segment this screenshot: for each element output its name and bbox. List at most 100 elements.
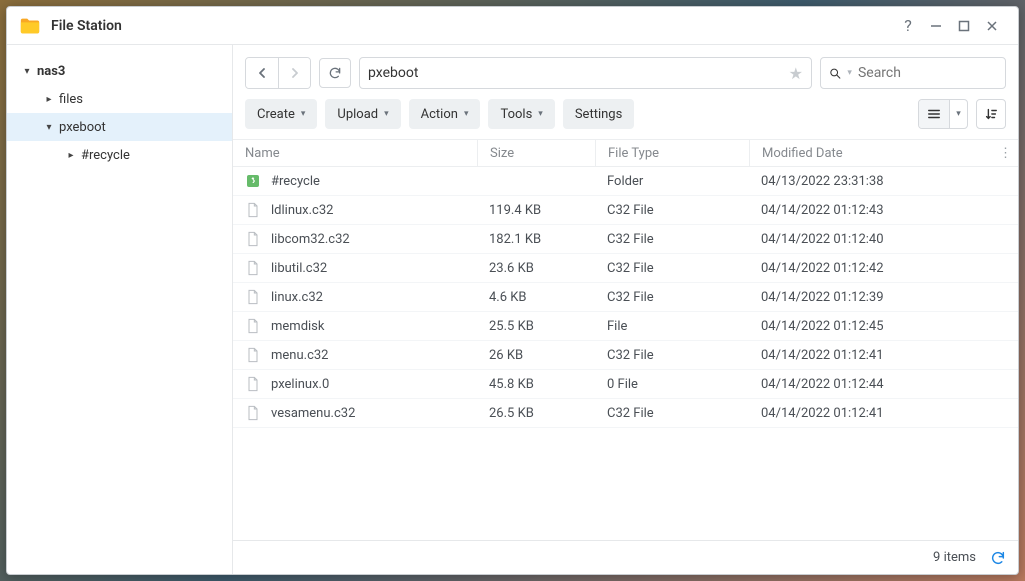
column-name[interactable]: Name <box>233 140 477 166</box>
table-row[interactable]: vesamenu.c32 26.5 KBC32 File04/14/2022 01… <box>233 399 1018 428</box>
sort-button[interactable] <box>976 99 1006 129</box>
table-row[interactable]: libutil.c32 23.6 KBC32 File04/14/2022 01:… <box>233 254 1018 283</box>
search-dropdown-caret[interactable]: ▾ <box>847 68 852 78</box>
tree-root[interactable]: ▾ nas3 <box>7 57 232 85</box>
tree-item-label: files <box>59 92 83 107</box>
status-refresh-button[interactable] <box>990 550 1006 566</box>
forward-button[interactable] <box>278 58 310 88</box>
list-view-icon <box>919 100 949 128</box>
file-size: 119.4 KB <box>477 196 595 224</box>
file-modified: 04/14/2022 01:12:39 <box>749 283 1018 311</box>
table-row[interactable]: menu.c3226 KBC32 File04/14/2022 01:12:41 <box>233 341 1018 370</box>
file-icon <box>245 289 261 305</box>
refresh-button[interactable] <box>319 58 351 88</box>
maximize-button[interactable] <box>950 12 978 40</box>
file-type: C32 File <box>595 196 749 224</box>
file-type: C32 File <box>595 225 749 253</box>
column-type[interactable]: File Type <box>595 140 749 166</box>
file-icon <box>245 202 261 218</box>
help-button[interactable]: ? <box>894 12 922 40</box>
chevron-down-icon[interactable]: ▾ <box>21 66 33 77</box>
file-type: File <box>595 312 749 340</box>
table-row[interactable]: linux.c32 4.6 KBC32 File04/14/2022 01:12:… <box>233 283 1018 312</box>
action-button[interactable]: Action▾ <box>409 99 481 129</box>
file-name: libcom32.c32 <box>271 232 350 247</box>
chevron-right-icon[interactable]: ▸ <box>43 94 55 105</box>
app-title: File Station <box>51 18 894 34</box>
file-name: #recycle <box>271 174 320 189</box>
file-size <box>477 167 595 195</box>
file-size: 45.8 KB <box>477 370 595 398</box>
search-input[interactable] <box>858 65 997 81</box>
file-size: 4.6 KB <box>477 283 595 311</box>
tree-item[interactable]: ▸ #recycle <box>7 141 232 169</box>
table-row[interactable]: libcom32.c32 182.1 KBC32 File04/14/2022 0… <box>233 225 1018 254</box>
file-icon <box>245 318 261 334</box>
file-size: 23.6 KB <box>477 254 595 282</box>
upload-button[interactable]: Upload▾ <box>325 99 400 129</box>
action-toolbar: Create▾ Upload▾ Action▾ Tools▾ Settings … <box>233 89 1018 139</box>
file-modified: 04/14/2022 01:12:42 <box>749 254 1018 282</box>
file-icon <box>245 376 261 392</box>
file-size: 182.1 KB <box>477 225 595 253</box>
file-modified: 04/14/2022 01:12:40 <box>749 225 1018 253</box>
main-pane: pxeboot ★ ▾ Create▾ Upload▾ Action▾ Tool… <box>233 45 1018 574</box>
file-modified: 04/14/2022 01:12:41 <box>749 399 1018 427</box>
column-size[interactable]: Size <box>477 140 595 166</box>
file-name: vesamenu.c32 <box>271 406 355 421</box>
tree-item[interactable]: ▸ files <box>7 85 232 113</box>
file-name: memdisk <box>271 319 325 334</box>
file-type: Folder <box>595 167 749 195</box>
path-bar[interactable]: pxeboot ★ <box>359 57 812 89</box>
file-type: C32 File <box>595 254 749 282</box>
file-name: menu.c32 <box>271 348 328 363</box>
file-icon <box>245 347 261 363</box>
file-type: 0 File <box>595 370 749 398</box>
file-modified: 04/13/2022 23:31:38 <box>749 167 1018 195</box>
file-modified: 04/14/2022 01:12:41 <box>749 341 1018 369</box>
tools-button[interactable]: Tools▾ <box>488 99 554 129</box>
table-row[interactable]: memdisk 25.5 KBFile04/14/2022 01:12:45 <box>233 312 1018 341</box>
search-bar: ▾ <box>820 57 1006 89</box>
current-path: pxeboot <box>368 65 418 81</box>
recycle-folder-icon <box>245 173 261 189</box>
tree-item[interactable]: ▾pxeboot <box>7 113 232 141</box>
back-button[interactable] <box>246 58 278 88</box>
table-row[interactable]: pxelinux.0 45.8 KB0 File04/14/2022 01:12:… <box>233 370 1018 399</box>
create-button[interactable]: Create▾ <box>245 99 317 129</box>
file-size: 25.5 KB <box>477 312 595 340</box>
navigation-toolbar: pxeboot ★ ▾ <box>233 45 1018 89</box>
file-modified: 04/14/2022 01:12:44 <box>749 370 1018 398</box>
tree-item-label: #recycle <box>81 148 130 163</box>
view-mode-button[interactable]: ▾ <box>918 99 968 129</box>
file-name: pxelinux.0 <box>271 377 329 392</box>
file-modified: 04/14/2022 01:12:45 <box>749 312 1018 340</box>
table-row[interactable]: ldlinux.c32119.4 KBC32 File04/14/2022 01… <box>233 196 1018 225</box>
search-icon <box>829 66 841 81</box>
chevron-down-icon[interactable]: ▾ <box>43 122 55 133</box>
file-icon <box>245 231 261 247</box>
file-type: C32 File <box>595 283 749 311</box>
status-bar: 9 items <box>233 540 1018 574</box>
file-name: linux.c32 <box>271 290 323 305</box>
app-icon <box>19 15 41 37</box>
column-menu-icon[interactable]: ⋮ <box>999 146 1012 161</box>
column-modified[interactable]: Modified Date <box>749 140 1018 166</box>
settings-button[interactable]: Settings <box>563 99 634 129</box>
close-button[interactable] <box>978 12 1006 40</box>
file-icon <box>245 260 261 276</box>
file-size: 26 KB <box>477 341 595 369</box>
table-row[interactable]: #recycle Folder04/13/2022 23:31:38 <box>233 167 1018 196</box>
titlebar: File Station ? <box>7 7 1018 45</box>
sidebar-tree: ▾ nas3 ▸ files ▾pxeboot ▸ #recycle <box>7 45 233 574</box>
view-mode-caret[interactable]: ▾ <box>949 100 967 128</box>
file-type: C32 File <box>595 399 749 427</box>
minimize-button[interactable] <box>922 12 950 40</box>
chevron-right-icon[interactable]: ▸ <box>65 150 77 161</box>
favorite-star-icon[interactable]: ★ <box>789 64 803 83</box>
table-header: Name Size File Type Modified Date ⋮ <box>233 139 1018 167</box>
file-table: Name Size File Type Modified Date ⋮ #rec… <box>233 139 1018 540</box>
file-modified: 04/14/2022 01:12:43 <box>749 196 1018 224</box>
file-name: libutil.c32 <box>271 261 327 276</box>
file-size: 26.5 KB <box>477 399 595 427</box>
